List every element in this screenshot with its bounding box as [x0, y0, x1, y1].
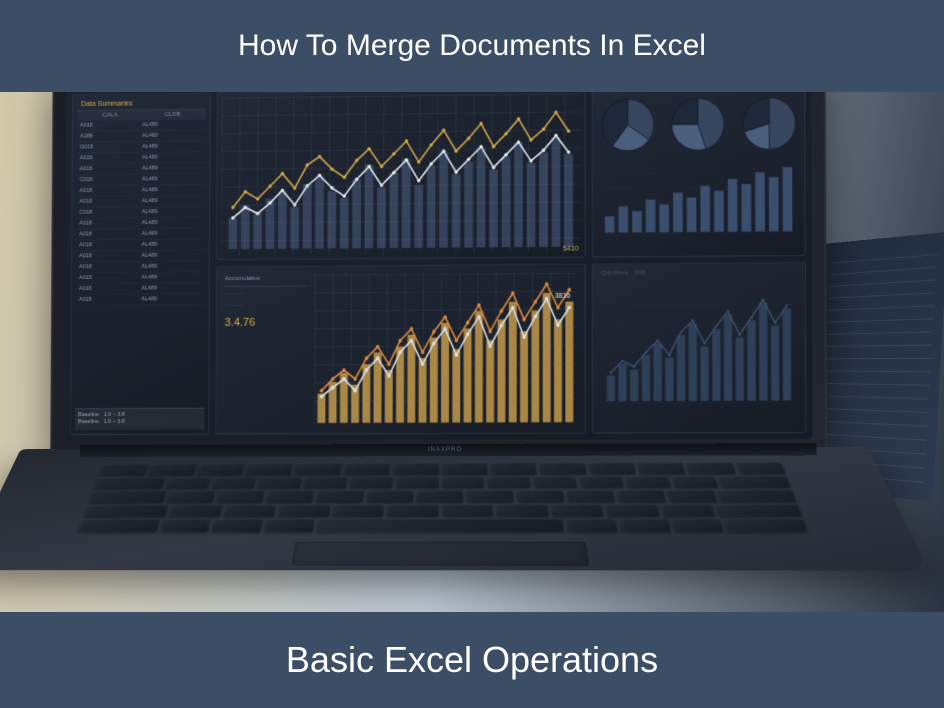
table-row: A018AL489: [76, 261, 205, 273]
laptop-hinge: INAXPRO: [80, 443, 817, 457]
table-row: A018AL489: [76, 283, 205, 295]
right-panel-top: [592, 92, 806, 258]
laptop-trackpad: [291, 542, 589, 566]
kpi-panel: Accumulative · · · · · · · · · · · · 3.4…: [220, 271, 310, 430]
scene: Data Summaries CALA CLDB A018AL489A188AL…: [0, 92, 944, 612]
header-banner: How To Merge Documents In Excel: [0, 0, 944, 92]
table-row: A018AL489: [76, 272, 205, 284]
pie-chart-icon: [597, 92, 801, 153]
laptop-screen: Data Summaries CALA CLDB A018AL489A188AL…: [50, 92, 827, 453]
footer-title: Basic Excel Operations: [286, 639, 658, 681]
kpi-big-value: 3.4.76: [225, 314, 307, 331]
data-sidebar: Data Summaries CALA CLDB A018AL489A188AL…: [70, 93, 211, 435]
right-panel-bottom: Quintlines 018: [592, 262, 807, 433]
sidebar-summary: Baseline 1.0 – 3.8 Baseline 1.0 – 3.8: [75, 407, 204, 430]
col-header: CALA: [79, 112, 141, 119]
table-row: A018AL489: [76, 294, 205, 306]
value-annotation: 5410: [563, 246, 579, 253]
col-header: CLDB: [141, 112, 203, 119]
footer-banner: Basic Excel Operations: [0, 612, 944, 708]
main-chart-top: 5410: [216, 92, 586, 260]
sidebar-rows: A018AL489A188AL480G018AL489A018AL480A018…: [76, 119, 206, 305]
laptop: Data Summaries CALA CLDB A018AL489A188AL…: [34, 97, 875, 612]
laptop-keyboard: [78, 462, 808, 532]
value-annotation: 3816: [555, 293, 571, 300]
laptop-deck: [0, 447, 929, 571]
main-chart-bottom: Accumulative · · · · · · · · · · · · 3.4…: [215, 264, 585, 435]
header-title: How To Merge Documents In Excel: [238, 29, 706, 63]
laptop-brand: INAXPRO: [428, 447, 462, 453]
